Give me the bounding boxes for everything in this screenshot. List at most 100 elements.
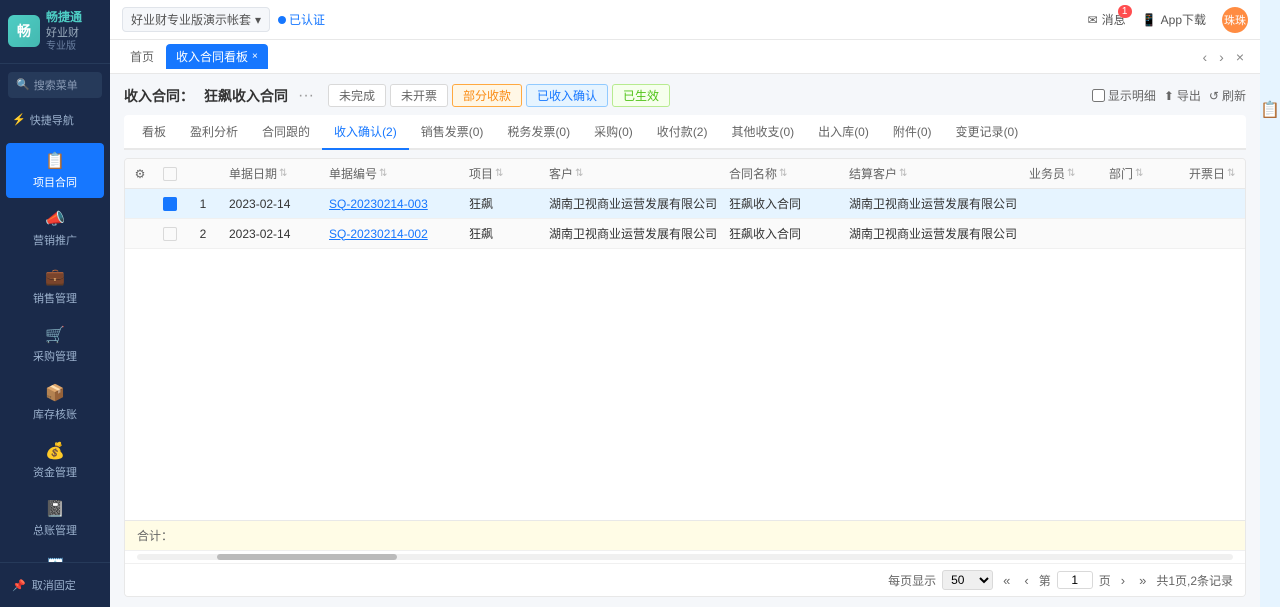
export-action[interactable]: ⬆ 导出 xyxy=(1164,87,1201,104)
message-badge: 1 xyxy=(1118,5,1132,18)
chevron-down-icon: ▾ xyxy=(255,13,261,27)
cancel-fixed-item[interactable]: 📌 取消固定 xyxy=(8,571,102,599)
horizontal-scrollbar[interactable] xyxy=(125,550,1245,563)
row1-sales xyxy=(1021,189,1101,218)
subtab-payment[interactable]: 收付款(2) xyxy=(645,115,720,150)
close-tab-icon[interactable]: × xyxy=(252,51,258,62)
sidebar-item-sales[interactable]: 💼 销售管理 xyxy=(6,259,104,314)
main-area: 好业财专业版演示帐套 ▾ 已认证 ✉ 消息 1 📱 App下载 珠珠 xyxy=(110,0,1260,607)
status-confirmed[interactable]: 已收入确认 xyxy=(526,84,608,107)
next-page-button[interactable]: › xyxy=(1117,571,1129,590)
per-page-select[interactable]: 20 50 100 xyxy=(942,570,993,590)
row1-contract: 狂飙收入合同 xyxy=(721,189,841,218)
sort-project-icon: ⇅ xyxy=(495,168,503,179)
tab-close-button[interactable]: × xyxy=(1232,47,1248,67)
last-page-button[interactable]: » xyxy=(1135,571,1150,590)
tab-prev-button[interactable]: ‹ xyxy=(1198,47,1211,67)
row1-cb[interactable] xyxy=(155,189,185,218)
refresh-action[interactable]: ↺ 刷新 xyxy=(1209,87,1246,104)
subtab-tax-invoice[interactable]: 税务发票(0) xyxy=(495,115,582,150)
subtab-purchase[interactable]: 采购(0) xyxy=(582,115,645,150)
status-not-invoiced[interactable]: 未开票 xyxy=(390,84,448,107)
th-checkbox[interactable] xyxy=(155,159,185,188)
subtab-contract-track[interactable]: 合同跟的 xyxy=(250,115,322,150)
subtab-sales-invoice[interactable]: 销售发票(0) xyxy=(409,115,496,150)
message-action[interactable]: ✉ 消息 1 xyxy=(1088,11,1126,28)
funds-icon: 💰 xyxy=(45,441,65,461)
status-not-done[interactable]: 未完成 xyxy=(328,84,386,107)
row2-checkbox[interactable] xyxy=(163,227,177,241)
row2-opendate xyxy=(1181,219,1245,248)
th-project[interactable]: 项目 ⇅ xyxy=(461,159,541,188)
row1-result-customer: 湖南卫视商业运营发展有限公司 xyxy=(841,189,1021,218)
first-page-button[interactable]: « xyxy=(999,571,1014,590)
more-icon[interactable]: ··· xyxy=(298,87,314,105)
app-download-action[interactable]: 📱 App下载 xyxy=(1142,11,1206,28)
verified-dot-icon xyxy=(278,16,286,24)
search-menu-button[interactable]: 🔍 搜索菜单 xyxy=(8,72,102,98)
right-sidebar: 📋 xyxy=(1260,0,1280,607)
row2-docno[interactable]: SQ-20230214-002 xyxy=(321,219,461,248)
sidebar-item-general-ledger[interactable]: 📓 总账管理 xyxy=(6,491,104,546)
quick-nav-item[interactable]: ⚡ 快捷导航 xyxy=(8,108,102,132)
th-docno[interactable]: 单据编号 ⇅ xyxy=(321,159,461,188)
header-checkbox[interactable] xyxy=(163,167,177,181)
company-selector[interactable]: 好业财专业版演示帐套 ▾ xyxy=(122,7,270,32)
sidebar: 畅 畅捷通 好业财 专业版 🔍 搜索菜单 ⚡ 快捷导航 📋 项目合同 📣 营销推… xyxy=(0,0,110,607)
topbar: 好业财专业版演示帐套 ▾ 已认证 ✉ 消息 1 📱 App下载 珠珠 xyxy=(110,0,1260,40)
table-row[interactable]: 1 2023-02-14 SQ-20230214-003 狂飙 湖南卫视商业运营… xyxy=(125,189,1245,219)
subtab-attachments[interactable]: 附件(0) xyxy=(881,115,944,150)
status-in-effect[interactable]: 已生效 xyxy=(612,84,670,107)
right-sidebar-icon[interactable]: 📋 xyxy=(1260,100,1280,120)
row2-sales xyxy=(1021,219,1101,248)
th-customer[interactable]: 客户 ⇅ xyxy=(541,159,721,188)
th-num xyxy=(185,159,221,188)
th-settings[interactable]: ⚙ xyxy=(125,159,155,188)
row1-checkbox[interactable] xyxy=(163,197,177,211)
tab-income-contract-board[interactable]: 收入合同看板 × xyxy=(166,44,268,69)
sidebar-item-funds[interactable]: 💰 资金管理 xyxy=(6,433,104,488)
contract-header: 收入合同： 狂飙收入合同 ··· 未完成 未开票 部分收款 已收入确认 已生效 … xyxy=(124,84,1246,107)
show-detail-checkbox-label[interactable]: 显示明细 xyxy=(1092,87,1156,104)
sidebar-item-purchase[interactable]: 🛒 采购管理 xyxy=(6,317,104,372)
user-avatar-action[interactable]: 珠珠 xyxy=(1222,7,1248,33)
page-number-input[interactable] xyxy=(1057,571,1093,589)
tab-next-button[interactable]: › xyxy=(1215,47,1228,67)
tabbar-nav: ‹ › × xyxy=(1198,47,1248,67)
row2-dept xyxy=(1101,219,1181,248)
row2-result-customer: 湖南卫视商业运营发展有限公司 xyxy=(841,219,1021,248)
row1-set xyxy=(125,189,155,218)
logo-text: 畅捷通 好业财 专业版 xyxy=(46,10,82,53)
tab-home[interactable]: 首页 xyxy=(122,44,162,69)
th-date[interactable]: 单据日期 ⇅ xyxy=(221,159,321,188)
row2-contract: 狂飙收入合同 xyxy=(721,219,841,248)
cancel-fixed-icon: 📌 xyxy=(12,579,26,592)
show-detail-checkbox[interactable] xyxy=(1092,89,1105,102)
th-sales[interactable]: 业务员 ⇅ xyxy=(1021,159,1101,188)
th-dept[interactable]: 部门 ⇅ xyxy=(1101,159,1181,188)
row1-docno[interactable]: SQ-20230214-003 xyxy=(321,189,461,218)
subtab-profit[interactable]: 盈利分析 xyxy=(178,115,250,150)
sort-result-customer-icon: ⇅ xyxy=(899,168,907,179)
status-partial-received[interactable]: 部分收款 xyxy=(452,84,522,107)
sidebar-item-inventory[interactable]: 📦 库存核账 xyxy=(6,375,104,430)
subtab-other-income[interactable]: 其他收支(0) xyxy=(719,115,806,150)
th-result-customer[interactable]: 结算客户 ⇅ xyxy=(841,159,1021,188)
header-actions: 显示明细 ⬆ 导出 ↺ 刷新 xyxy=(1092,87,1246,104)
contract-name: 狂飙收入合同 xyxy=(204,86,288,106)
row2-cb[interactable] xyxy=(155,219,185,248)
table-footer-total: 合计： xyxy=(125,520,1245,550)
table-row[interactable]: 2 2023-02-14 SQ-20230214-002 狂飙 湖南卫视商业运营… xyxy=(125,219,1245,249)
scrollbar-thumb[interactable] xyxy=(217,554,397,560)
subtab-change-log[interactable]: 变更记录(0) xyxy=(944,115,1031,150)
subtab-warehouse[interactable]: 出入库(0) xyxy=(806,115,881,150)
sidebar-item-marketing[interactable]: 📣 营销推广 xyxy=(6,201,104,256)
purchase-icon: 🛒 xyxy=(45,325,65,345)
subtab-overview[interactable]: 看板 xyxy=(130,115,178,150)
prev-page-button[interactable]: ‹ xyxy=(1020,571,1032,590)
th-opendate[interactable]: 开票日 ⇅ xyxy=(1181,159,1246,188)
subtab-income-confirm[interactable]: 收入确认(2) xyxy=(322,115,409,150)
th-contract[interactable]: 合同名称 ⇅ xyxy=(721,159,841,188)
sidebar-item-invoice[interactable]: 🧾 发票管理 xyxy=(6,549,104,562)
sidebar-item-project-contract[interactable]: 📋 项目合同 xyxy=(6,143,104,198)
